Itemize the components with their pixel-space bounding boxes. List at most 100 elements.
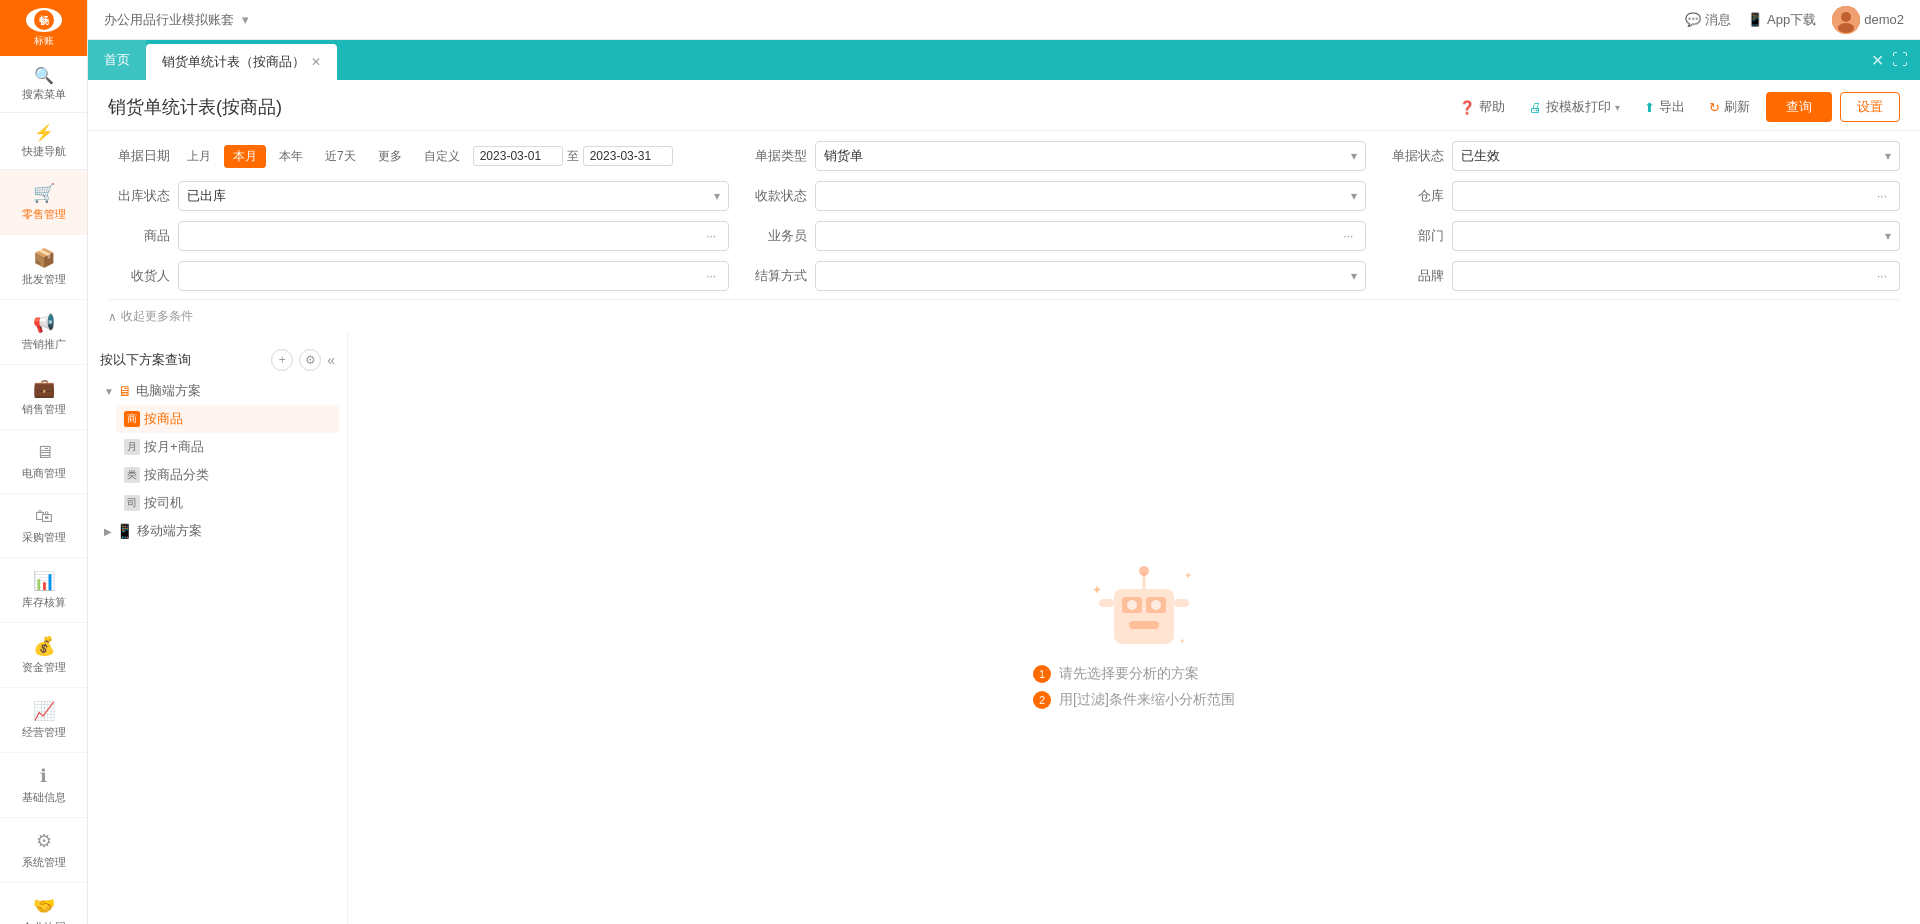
tree-mobile-section[interactable]: ▶ 📱 移动端方案 (96, 517, 339, 545)
date-start-input[interactable] (473, 146, 563, 166)
sidebar-item-purchase[interactable]: 🛍 采购管理 (0, 494, 87, 558)
brand-more[interactable]: ··· (1873, 269, 1891, 283)
doc-status-dropdown[interactable]: 已生效 ▾ (1452, 141, 1900, 171)
print-dropdown-icon[interactable]: ▾ (1615, 102, 1620, 113)
retail-icon: 🛒 (33, 182, 55, 204)
filter-date: 单据日期 上月 本月 本年 近7天 更多 自定义 至 (108, 145, 729, 168)
department-arrow: ▾ (1885, 229, 1891, 243)
message-icon: 💬 (1685, 12, 1701, 27)
query-button[interactable]: 查询 (1766, 92, 1832, 122)
doc-type-dropdown[interactable]: 销货单 ▾ (815, 141, 1366, 171)
tree-children: 商 按商品 月 按月+商品 类 按商品分类 司 (96, 405, 339, 517)
search-nav-item[interactable]: 🔍 搜索菜单 (0, 56, 87, 113)
tree-by-goods-category[interactable]: 类 按商品分类 (116, 461, 339, 489)
quick-nav-item[interactable]: ⚡ 快捷导航 (0, 113, 87, 170)
settlement-dropdown[interactable]: ▾ (815, 261, 1366, 291)
receiver-dropdown[interactable]: ··· (178, 261, 729, 291)
sidebar: 畅 标账 🔍 搜索菜单 ⚡ 快捷导航 🛒 零售管理 📦 批发管理 📢 营销推广 … (0, 0, 88, 924)
warehouse-status-dropdown[interactable]: 已出库 ▾ (178, 181, 729, 211)
empty-tip-2: 2 用[过滤]条件来缩小分析范围 (1033, 691, 1235, 709)
filter-doc-type: 单据类型 销货单 ▾ (729, 141, 1366, 171)
help-icon: ❓ (1459, 100, 1475, 115)
tree-pc-section[interactable]: ▼ 🖥 电脑端方案 (96, 377, 339, 405)
sidebar-item-inventory[interactable]: 📊 库存核算 (0, 558, 87, 623)
panel-actions: + ⚙ « (271, 349, 335, 371)
salesman-dropdown[interactable]: ··· (815, 221, 1366, 251)
receiver-more[interactable]: ··· (702, 269, 720, 283)
date-prev-month[interactable]: 上月 (178, 145, 220, 168)
warehouse-dropdown[interactable]: ··· (1452, 181, 1900, 211)
goods-more[interactable]: ··· (702, 229, 720, 243)
sidebar-item-operation-label: 经营管理 (22, 725, 66, 740)
tab-home[interactable]: 首页 (88, 40, 146, 80)
date-cur-year[interactable]: 本年 (270, 145, 312, 168)
svg-rect-14 (1174, 599, 1189, 607)
collapse-button[interactable]: ∧ 收起更多条件 (108, 308, 1900, 325)
tree-by-month-goods[interactable]: 月 按月+商品 (116, 433, 339, 461)
sidebar-item-finance[interactable]: 💰 资金管理 (0, 623, 87, 688)
date-end-input[interactable] (583, 146, 673, 166)
sidebar-item-enterprise[interactable]: 🤝 企业协同 (0, 883, 87, 924)
by-salesman-icon: 司 (124, 495, 140, 511)
help-action[interactable]: ❓ 帮助 (1451, 94, 1513, 120)
panel-settings-button[interactable]: ⚙ (299, 349, 321, 371)
tree-by-salesman[interactable]: 司 按司机 (116, 489, 339, 517)
tab-close-icon[interactable]: ✕ (311, 55, 321, 69)
by-goods-icon: 商 (124, 411, 140, 427)
warehouse-more[interactable]: ··· (1873, 189, 1891, 203)
date-more[interactable]: 更多 (369, 145, 411, 168)
svg-point-8 (1127, 600, 1137, 610)
svg-rect-13 (1099, 599, 1114, 607)
settings-button[interactable]: 设置 (1840, 92, 1900, 122)
tab-maximize-icon[interactable]: ⛶ (1892, 51, 1908, 69)
print-icon: 🖨 (1529, 100, 1542, 115)
goods-dropdown[interactable]: ··· (178, 221, 729, 251)
panel-add-button[interactable]: + (271, 349, 293, 371)
app-title-chevron[interactable]: ▾ (242, 12, 249, 27)
sidebar-item-basic[interactable]: ℹ 基础信息 (0, 753, 87, 818)
date-custom[interactable]: 自定义 (415, 145, 469, 168)
sidebar-item-system[interactable]: ⚙ 系统管理 (0, 818, 87, 883)
tab-report[interactable]: 销货单统计表（按商品） ✕ (146, 44, 337, 80)
brand-dropdown[interactable]: ··· (1452, 261, 1900, 291)
panel-collapse-button[interactable]: « (327, 352, 335, 368)
sidebar-item-operation[interactable]: 📈 经营管理 (0, 688, 87, 753)
left-panel: 按以下方案查询 + ⚙ « ▼ 🖥 电脑端方案 商 (88, 333, 348, 924)
main-area: 办公用品行业模拟账套 ▾ 💬 消息 📱 App下载 demo2 首页 (88, 0, 1920, 924)
user-action[interactable]: demo2 (1832, 6, 1904, 34)
message-action[interactable]: 💬 消息 (1685, 11, 1731, 29)
salesman-more[interactable]: ··· (1339, 229, 1357, 243)
sidebar-item-wholesale[interactable]: 📦 批发管理 (0, 235, 87, 300)
payment-status-dropdown[interactable]: ▾ (815, 181, 1366, 211)
tree-pc-label: 电脑端方案 (136, 382, 201, 400)
app-download-action[interactable]: 📱 App下载 (1747, 11, 1816, 29)
export-action[interactable]: ⬆ 导出 (1636, 94, 1693, 120)
sidebar-item-ecommerce-label: 电商管理 (22, 466, 66, 481)
svg-text:✦: ✦ (1179, 637, 1186, 646)
sidebar-item-marketing[interactable]: 📢 营销推广 (0, 300, 87, 365)
date-label: 单据日期 (108, 147, 178, 165)
sidebar-item-purchase-label: 采购管理 (22, 530, 66, 545)
print-action[interactable]: 🖨 按模板打印 ▾ (1521, 94, 1628, 120)
tab-close-window-icon[interactable]: ✕ (1871, 51, 1884, 70)
date-7days[interactable]: 近7天 (316, 145, 365, 168)
tree-by-goods[interactable]: 商 按商品 (116, 405, 339, 433)
sidebar-item-sales[interactable]: 💼 销售管理 (0, 365, 87, 430)
sidebar-item-ecommerce[interactable]: 🖥 电商管理 (0, 430, 87, 494)
date-cur-month[interactable]: 本月 (224, 145, 266, 168)
tip-2-number: 2 (1033, 691, 1051, 709)
filter-salesman: 业务员 ··· (729, 221, 1366, 251)
tip-1-number: 1 (1033, 665, 1051, 683)
svg-text:✦: ✦ (1092, 583, 1102, 597)
enterprise-icon: 🤝 (33, 895, 55, 917)
avatar (1832, 6, 1860, 34)
refresh-action[interactable]: ↻ 刷新 (1701, 94, 1758, 120)
export-label: 导出 (1659, 98, 1685, 116)
right-content: ✦ ✦ ✦ 1 请先选择要分析的方案 2 用[过滤]条件来缩小分析范围 (348, 333, 1920, 924)
sidebar-item-basic-label: 基础信息 (22, 790, 66, 805)
sidebar-item-retail[interactable]: 🛒 零售管理 (0, 170, 87, 235)
settlement-arrow: ▾ (1351, 269, 1357, 283)
department-dropdown[interactable]: ▾ (1452, 221, 1900, 251)
filter-goods: 商品 ··· (108, 221, 729, 251)
svg-text:✦: ✦ (1184, 570, 1192, 581)
